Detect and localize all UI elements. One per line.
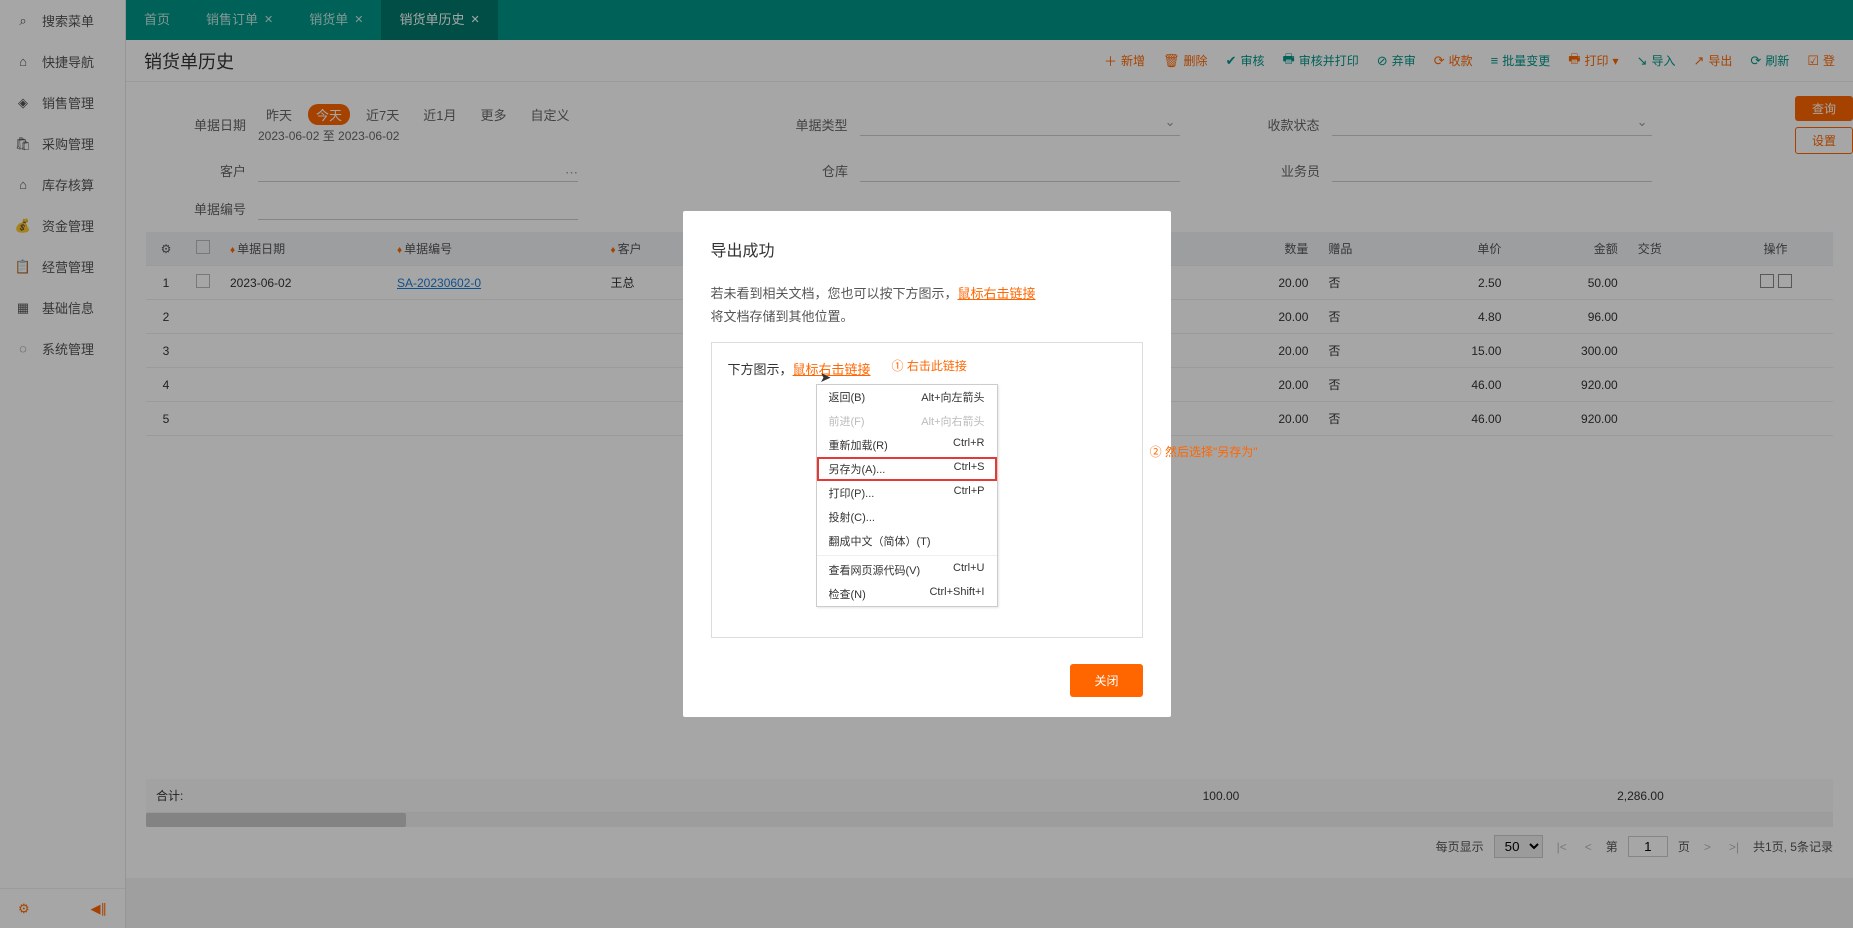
context-menu: 返回(B)Alt+向左箭头前进(F)Alt+向右箭头重新加载(R)Ctrl+R另… <box>816 384 998 607</box>
dialog-title: 导出成功 <box>711 237 1143 261</box>
cursor-icon: ➤ <box>820 369 832 386</box>
context-menu-item: 查看网页源代码(V)Ctrl+U <box>817 558 997 582</box>
export-success-dialog: 导出成功 若未看到相关文档，您也可以按下方图示，鼠标右击链接 将文档存储到其他位… <box>683 211 1171 716</box>
modal-overlay: 导出成功 若未看到相关文档，您也可以按下方图示，鼠标右击链接 将文档存储到其他位… <box>0 0 1853 928</box>
context-menu-item: 检查(N)Ctrl+Shift+I <box>817 582 997 606</box>
context-menu-item: 前进(F)Alt+向右箭头 <box>817 409 997 433</box>
context-menu-item: 另存为(A)...Ctrl+S <box>817 457 997 481</box>
guide-box: 右击此链接 下方图示，鼠标右击链接 ➤ 返回(B)Alt+向左箭头前进(F)Al… <box>711 342 1143 638</box>
dialog-link-rightclick[interactable]: 鼠标右击链接 <box>958 286 1036 301</box>
dialog-text: 若未看到相关文档，您也可以按下方图示，鼠标右击链接 将文档存储到其他位置。 <box>711 283 1143 327</box>
context-menu-item: 返回(B)Alt+向左箭头 <box>817 385 997 409</box>
context-menu-item: 翻成中文（简体）(T) <box>817 529 997 553</box>
context-menu-item: 投射(C)... <box>817 505 997 529</box>
callout-1: 右击此链接 <box>892 357 967 374</box>
context-menu-item: 重新加载(R)Ctrl+R <box>817 433 997 457</box>
callout-2: ② 然后选择"另存为" <box>1150 443 1258 460</box>
dialog-close-button[interactable]: 关闭 <box>1070 664 1142 697</box>
context-menu-item: 打印(P)...Ctrl+P <box>817 481 997 505</box>
guide-link: 鼠标右击链接 <box>793 362 871 377</box>
